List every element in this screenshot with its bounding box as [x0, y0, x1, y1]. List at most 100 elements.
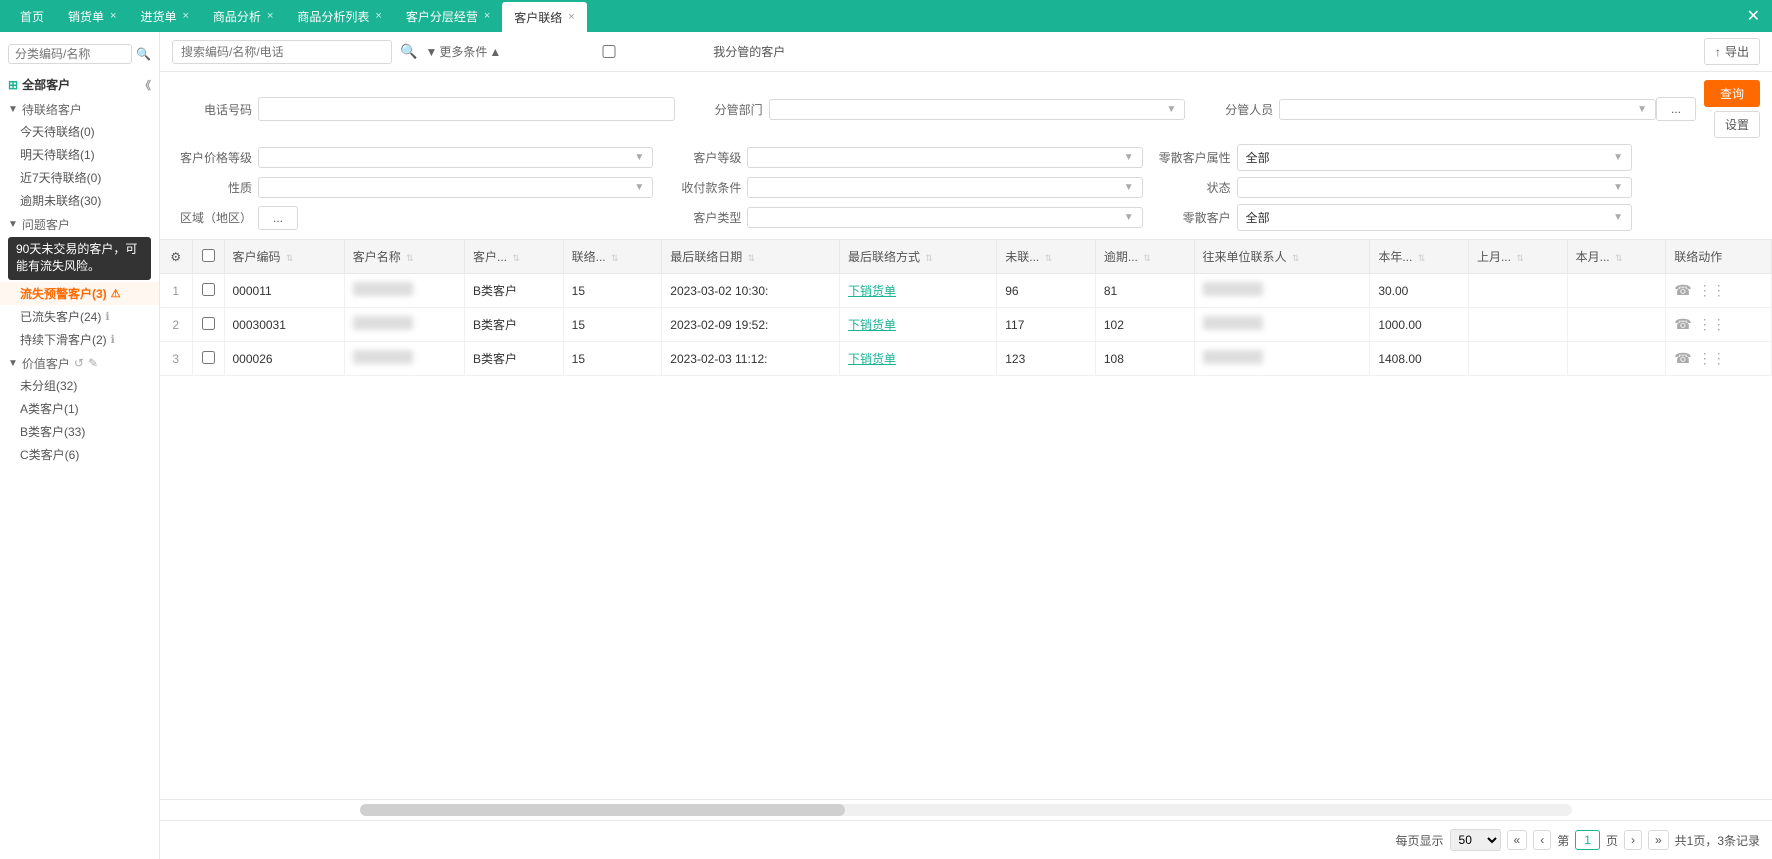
customer-type-label: 客户类型 [661, 209, 741, 226]
close-customer-contact-tab[interactable]: × [568, 11, 574, 23]
close-sales-tab[interactable]: × [110, 10, 116, 22]
search-button[interactable]: 🔍 [400, 43, 417, 60]
sidebar-item-class-b[interactable]: B类客户(33) [0, 420, 159, 443]
col-settings[interactable]: ⚙ [160, 240, 192, 274]
manager-select[interactable]: ▼ [1279, 99, 1656, 120]
col-last-month[interactable]: 上月... ⇅ [1468, 240, 1567, 274]
col-checkbox[interactable] [192, 240, 224, 274]
col-overdue[interactable]: 逾期... ⇅ [1095, 240, 1194, 274]
col-type[interactable]: 客户... ⇅ [465, 240, 564, 274]
my-customer-checkbox[interactable] [509, 45, 709, 58]
cell-code-2: 000026 [224, 342, 344, 376]
col-uncontacted[interactable]: 未联... ⇅ [997, 240, 1096, 274]
close-customer-tier-tab[interactable]: × [484, 10, 490, 22]
per-page-select[interactable]: 50 100 200 [1450, 829, 1501, 851]
tab-purchase[interactable]: 进货单 × [128, 0, 200, 32]
tab-analysis-list[interactable]: 商品分析列表 × [285, 0, 393, 32]
edit-icon[interactable]: ✎ [88, 356, 98, 370]
search-input[interactable] [172, 40, 392, 64]
contact-icon-0[interactable]: ☎ [1674, 282, 1691, 299]
sidebar-group-value[interactable]: ▼ 价值客户 ↺ ✎ [0, 351, 159, 374]
sidebar-item-class-c[interactable]: C类客户(6) [0, 443, 159, 466]
col-this-month[interactable]: 本月... ⇅ [1567, 240, 1666, 274]
tab-home[interactable]: 首页 [8, 0, 56, 32]
status-select[interactable]: ▼ [1237, 177, 1632, 198]
sidebar-group-pending[interactable]: ▼ 待联络客户 [0, 97, 159, 120]
col-last-method[interactable]: 最后联络方式 ⇅ [839, 240, 996, 274]
region-ellipsis[interactable]: ... [258, 206, 298, 230]
cell-last-method-1[interactable]: 下销货单 [839, 308, 996, 342]
refresh-icon[interactable]: ↺ [74, 356, 84, 370]
tab-sales[interactable]: 销货单 × [56, 0, 128, 32]
sidebar-group-problem[interactable]: ▼ 问题客户 [0, 212, 159, 235]
retail-customer-select[interactable]: 全部 ▼ [1237, 204, 1632, 231]
cell-checkbox-2[interactable] [192, 342, 224, 376]
scrollbar-track[interactable] [360, 804, 1572, 816]
tab-analysis[interactable]: 商品分析 × [201, 0, 285, 32]
select-all-checkbox[interactable] [202, 249, 215, 262]
phone-input[interactable] [258, 97, 675, 121]
close-purchase-tab[interactable]: × [182, 10, 188, 22]
my-customer-checkbox-label[interactable]: 我分管的客户 [509, 43, 785, 60]
dept-select[interactable]: ▼ [769, 99, 1186, 120]
sidebar-item-tomorrow[interactable]: 明天待联络(1) [0, 143, 159, 166]
col-contact[interactable]: 联络... ⇅ [563, 240, 662, 274]
customer-tier-select[interactable]: ▼ [747, 147, 1142, 168]
filter-dept: 分管部门 ▼ [683, 99, 1186, 120]
close-all-tabs[interactable]: ✕ [1747, 6, 1760, 26]
contact-icon-2[interactable]: ☎ [1674, 350, 1691, 367]
sidebar-item-7days[interactable]: 近7天待联络(0) [0, 166, 159, 189]
sidebar-item-ungrouped[interactable]: 未分组(32) [0, 374, 159, 397]
sidebar-item-declining[interactable]: 持续下滑客户(2) ℹ [0, 328, 159, 351]
sidebar-item-churned[interactable]: 已流失客户(24) ℹ [0, 305, 159, 328]
sidebar-item-churn-warning[interactable]: 流失预警客户(3) ⚠ [0, 282, 159, 305]
sidebar-search-input[interactable] [8, 44, 132, 64]
sort-contact2-icon: ⇅ [1292, 253, 1300, 263]
payment-select[interactable]: ▼ [747, 177, 1142, 198]
sidebar-item-overdue[interactable]: 逾期未联络(30) [0, 189, 159, 212]
col-name[interactable]: 客户名称 ⇅ [344, 240, 464, 274]
manager-ellipsis[interactable]: ... [1656, 97, 1696, 121]
close-analysis-tab[interactable]: × [267, 10, 273, 22]
cell-uncontacted-0: 96 [997, 274, 1096, 308]
query-button[interactable]: 查询 [1704, 80, 1760, 107]
export-button[interactable]: ↑ 导出 [1704, 38, 1760, 65]
col-code[interactable]: 客户编码 ⇅ [224, 240, 344, 274]
nature-select[interactable]: ▼ [258, 177, 653, 198]
last-page-button[interactable]: » [1648, 830, 1669, 850]
close-analysis-list-tab[interactable]: × [375, 10, 381, 22]
collapse-icon: 《 [140, 77, 151, 93]
cell-last-method-0[interactable]: 下销货单 [839, 274, 996, 308]
sidebar-item-class-a[interactable]: A类客户(1) [0, 397, 159, 420]
sidebar-all-customers[interactable]: ⊞ 全部客户 《 [0, 72, 159, 97]
col-contact2[interactable]: 往来单位联系人 ⇅ [1194, 240, 1370, 274]
cell-checkbox-0[interactable] [192, 274, 224, 308]
more-filter-toggle[interactable]: ▼ 更多条件 ▲ [425, 43, 501, 60]
cell-this-year-0: 30.00 [1370, 274, 1469, 308]
cell-checkbox-1[interactable] [192, 308, 224, 342]
horizontal-scrollbar[interactable] [160, 799, 1772, 820]
cell-no-0: 1 [160, 274, 192, 308]
sidebar-search-icon[interactable]: 🔍 [136, 47, 151, 61]
more-icon-2[interactable]: ⋮⋮ [1698, 350, 1726, 367]
retail-attr-select[interactable]: 全部 ▼ [1237, 144, 1632, 171]
cell-actions-2: ☎ ⋮⋮ [1666, 342, 1772, 376]
price-tier-select[interactable]: ▼ [258, 147, 653, 168]
next-page-button[interactable]: › [1624, 830, 1642, 850]
more-icon-0[interactable]: ⋮⋮ [1698, 282, 1726, 299]
more-icon-1[interactable]: ⋮⋮ [1698, 316, 1726, 333]
scrollbar-thumb[interactable] [360, 804, 845, 816]
col-this-year[interactable]: 本年... ⇅ [1370, 240, 1469, 274]
first-page-button[interactable]: « [1507, 830, 1528, 850]
sidebar-item-today[interactable]: 今天待联络(0) [0, 120, 159, 143]
filter-payment: 收付款条件 ▼ [661, 177, 1142, 198]
contact-icon-1[interactable]: ☎ [1674, 316, 1691, 333]
col-last-date[interactable]: 最后联络日期 ⇅ [662, 240, 840, 274]
cell-last-method-2[interactable]: 下销货单 [839, 342, 996, 376]
customer-type-select[interactable]: ▼ [747, 207, 1142, 228]
settings-icon[interactable]: ⚙ [170, 250, 181, 264]
tab-customer-contact[interactable]: 客户联络 × [502, 2, 586, 32]
tab-customer-tier[interactable]: 客户分层经营 × [394, 0, 502, 32]
prev-page-button[interactable]: ‹ [1533, 830, 1551, 850]
settings-button[interactable]: 设置 [1714, 111, 1760, 138]
